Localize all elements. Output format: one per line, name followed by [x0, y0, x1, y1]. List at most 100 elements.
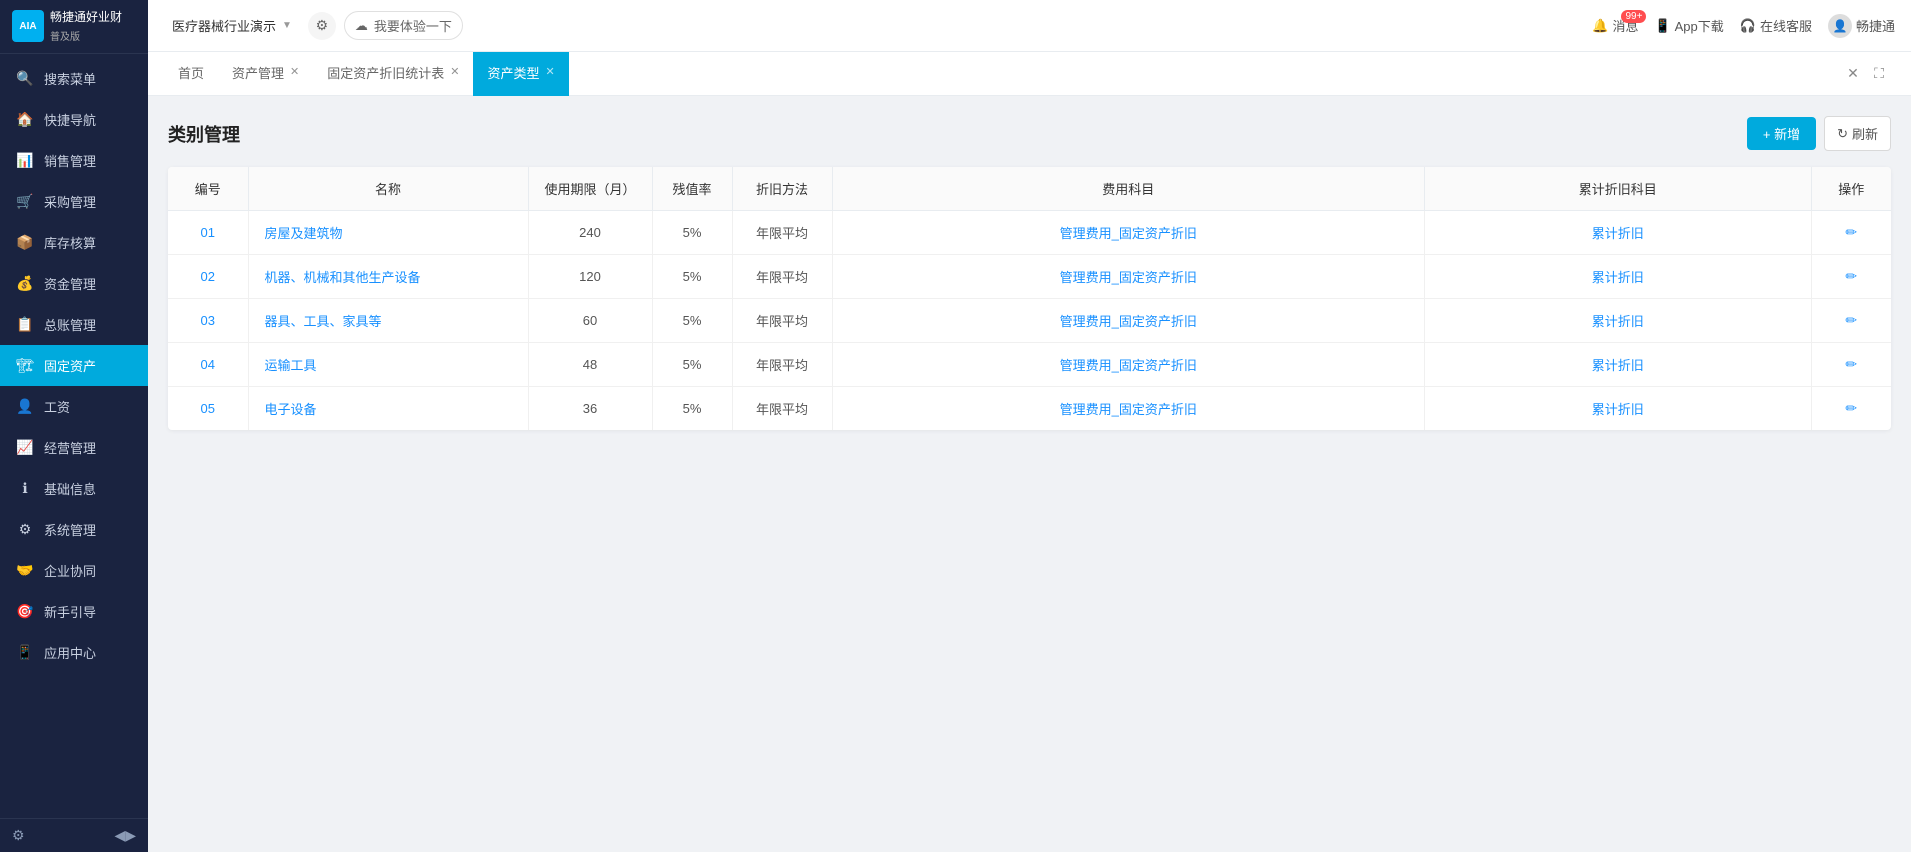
col-actions: 操作 — [1811, 167, 1891, 211]
topbar-right: 🔔 消息 99+ 📱 App下载 🎧 在线客服 👤 畅捷通 — [1592, 14, 1895, 38]
cell-accumulated: 累计折旧 — [1425, 387, 1811, 431]
cell-edit[interactable]: ✏ — [1811, 255, 1891, 299]
sidebar-item-payroll[interactable]: 👤 工资 — [0, 386, 148, 427]
app-download-item[interactable]: 📱 App下载 — [1654, 16, 1723, 35]
tab-asset-type[interactable]: 资产类型 ✕ — [473, 52, 568, 96]
cell-accumulated: 累计折旧 — [1425, 255, 1811, 299]
edit-icon[interactable]: ✏ — [1845, 400, 1857, 416]
headset-icon: 🎧 — [1740, 18, 1756, 34]
cell-expense: 管理费用_固定资产折旧 — [832, 211, 1425, 255]
cell-method: 年限平均 — [732, 255, 832, 299]
sidebar-item-basic-info[interactable]: ℹ 基础信息 — [0, 468, 148, 509]
edit-icon[interactable]: ✏ — [1845, 312, 1857, 328]
company-selector[interactable]: 医疗器械行业演示 ▼ — [164, 12, 300, 39]
close-window-button[interactable]: ✕ — [1841, 62, 1865, 86]
sidebar-item-operations[interactable]: 📈 经营管理 — [0, 427, 148, 468]
table-row: 05 电子设备 36 5% 年限平均 管理费用_固定资产折旧 累计折旧 ✏ — [168, 387, 1891, 431]
tab-asset-type-close[interactable]: ✕ — [546, 67, 555, 78]
sidebar-item-search[interactable]: 🔍 搜索菜单 — [0, 58, 148, 99]
tab-depreciation-table[interactable]: 固定资产折旧统计表 ✕ — [313, 52, 473, 96]
sidebar-item-funds[interactable]: 💰 资金管理 — [0, 263, 148, 304]
cell-period: 120 — [528, 255, 652, 299]
cell-code: 01 — [168, 211, 248, 255]
cloud-icon: ☁ — [355, 18, 368, 34]
cell-residual: 5% — [652, 255, 732, 299]
sidebar-item-fixed-assets[interactable]: 🏗 固定资产 — [0, 345, 148, 386]
cell-name: 房屋及建筑物 — [248, 211, 528, 255]
tab-asset-type-label: 资产类型 — [487, 63, 539, 82]
sidebar-item-beginner[interactable]: 🎯 新手引导 — [0, 591, 148, 632]
app-download-label: App下载 — [1675, 16, 1724, 35]
experience-button[interactable]: ☁ 我要体验一下 — [344, 11, 463, 40]
cell-period: 60 — [528, 299, 652, 343]
user-item[interactable]: 👤 畅捷通 — [1828, 14, 1895, 38]
sidebar-item-inventory[interactable]: 📦 库存核算 — [0, 222, 148, 263]
col-residual: 残值率 — [652, 167, 732, 211]
tab-depreciation-table-close[interactable]: ✕ — [450, 67, 459, 78]
funds-icon: 💰 — [16, 274, 34, 292]
logo-sub: 普及版 — [50, 28, 122, 43]
logo-text: 畅捷通好业财 — [50, 10, 122, 26]
tab-asset-management-close[interactable]: ✕ — [290, 67, 299, 78]
fixed-assets-icon: 🏗 — [16, 356, 34, 374]
sidebar-label-sales: 销售管理 — [44, 151, 96, 170]
refresh-button[interactable]: ↻ 刷新 — [1824, 116, 1891, 151]
refresh-label: 刷新 — [1852, 124, 1878, 143]
sidebar-item-ledger[interactable]: 📋 总账管理 — [0, 304, 148, 345]
cell-edit[interactable]: ✏ — [1811, 343, 1891, 387]
collapse-icon[interactable]: ◀▶ — [114, 827, 136, 844]
edit-icon[interactable]: ✏ — [1845, 268, 1857, 284]
payroll-icon: 👤 — [16, 397, 34, 415]
user-name: 畅捷通 — [1856, 16, 1895, 35]
sidebar-label-search: 搜索菜单 — [44, 69, 96, 88]
company-name: 医疗器械行业演示 — [172, 16, 276, 35]
purchase-icon: 🛒 — [16, 192, 34, 210]
col-method: 折旧方法 — [732, 167, 832, 211]
tab-asset-management[interactable]: 资产管理 ✕ — [218, 52, 313, 96]
cell-name: 运输工具 — [248, 343, 528, 387]
cell-code: 04 — [168, 343, 248, 387]
cell-name: 电子设备 — [248, 387, 528, 431]
tab-depreciation-table-label: 固定资产折旧统计表 — [327, 63, 444, 82]
cell-expense: 管理费用_固定资产折旧 — [832, 343, 1425, 387]
edit-icon[interactable]: ✏ — [1845, 356, 1857, 372]
edit-icon[interactable]: ✏ — [1845, 224, 1857, 240]
cell-accumulated: 累计折旧 — [1425, 343, 1811, 387]
user-avatar: 👤 — [1828, 14, 1852, 38]
sidebar-label-app-center: 应用中心 — [44, 643, 96, 662]
cell-method: 年限平均 — [732, 299, 832, 343]
sidebar-item-quick-nav[interactable]: 🏠 快捷导航 — [0, 99, 148, 140]
content-area: 类别管理 + 新增 ↻ 刷新 编号 名称 使用期限（月） 残值率 折旧方法 — [148, 96, 1911, 852]
sidebar-item-app-center[interactable]: 📱 应用中心 — [0, 632, 148, 673]
sidebar-item-enterprise[interactable]: 🤝 企业协同 — [0, 550, 148, 591]
maximize-window-button[interactable]: ⛶ — [1867, 62, 1891, 86]
cell-code: 05 — [168, 387, 248, 431]
cell-residual: 5% — [652, 343, 732, 387]
sidebar-item-purchase[interactable]: 🛒 采购管理 — [0, 181, 148, 222]
settings-icon[interactable]: ⚙ — [12, 827, 25, 844]
cell-name: 器具、工具、家具等 — [248, 299, 528, 343]
sidebar-item-sales[interactable]: 📊 销售管理 — [0, 140, 148, 181]
cell-edit[interactable]: ✏ — [1811, 299, 1891, 343]
sidebar-item-system[interactable]: ⚙ 系统管理 — [0, 509, 148, 550]
sidebar-label-beginner: 新手引导 — [44, 602, 96, 621]
settings-button[interactable]: ⚙ — [308, 12, 336, 40]
search-icon: 🔍 — [16, 69, 34, 87]
sidebar-label-payroll: 工资 — [44, 397, 70, 416]
beginner-icon: 🎯 — [16, 602, 34, 620]
operations-icon: 📈 — [16, 438, 34, 456]
new-button[interactable]: + 新增 — [1747, 117, 1816, 150]
window-controls: ✕ ⛶ — [569, 62, 1895, 86]
online-service-item[interactable]: 🎧 在线客服 — [1740, 16, 1812, 35]
topbar: 医疗器械行业演示 ▼ ⚙ ☁ 我要体验一下 🔔 消息 99+ 📱 App下载 🎧… — [148, 0, 1911, 52]
col-expense: 费用科目 — [832, 167, 1425, 211]
tab-home[interactable]: 首页 — [164, 52, 218, 96]
notifications-item[interactable]: 🔔 消息 99+ — [1592, 16, 1638, 35]
cell-edit[interactable]: ✏ — [1811, 387, 1891, 431]
sidebar-label-operations: 经营管理 — [44, 438, 96, 457]
cell-code: 02 — [168, 255, 248, 299]
cell-edit[interactable]: ✏ — [1811, 211, 1891, 255]
page-header: 类别管理 + 新增 ↻ 刷新 — [168, 116, 1891, 151]
col-accumulated: 累计折旧科目 — [1425, 167, 1811, 211]
bell-icon: 🔔 — [1592, 18, 1608, 34]
